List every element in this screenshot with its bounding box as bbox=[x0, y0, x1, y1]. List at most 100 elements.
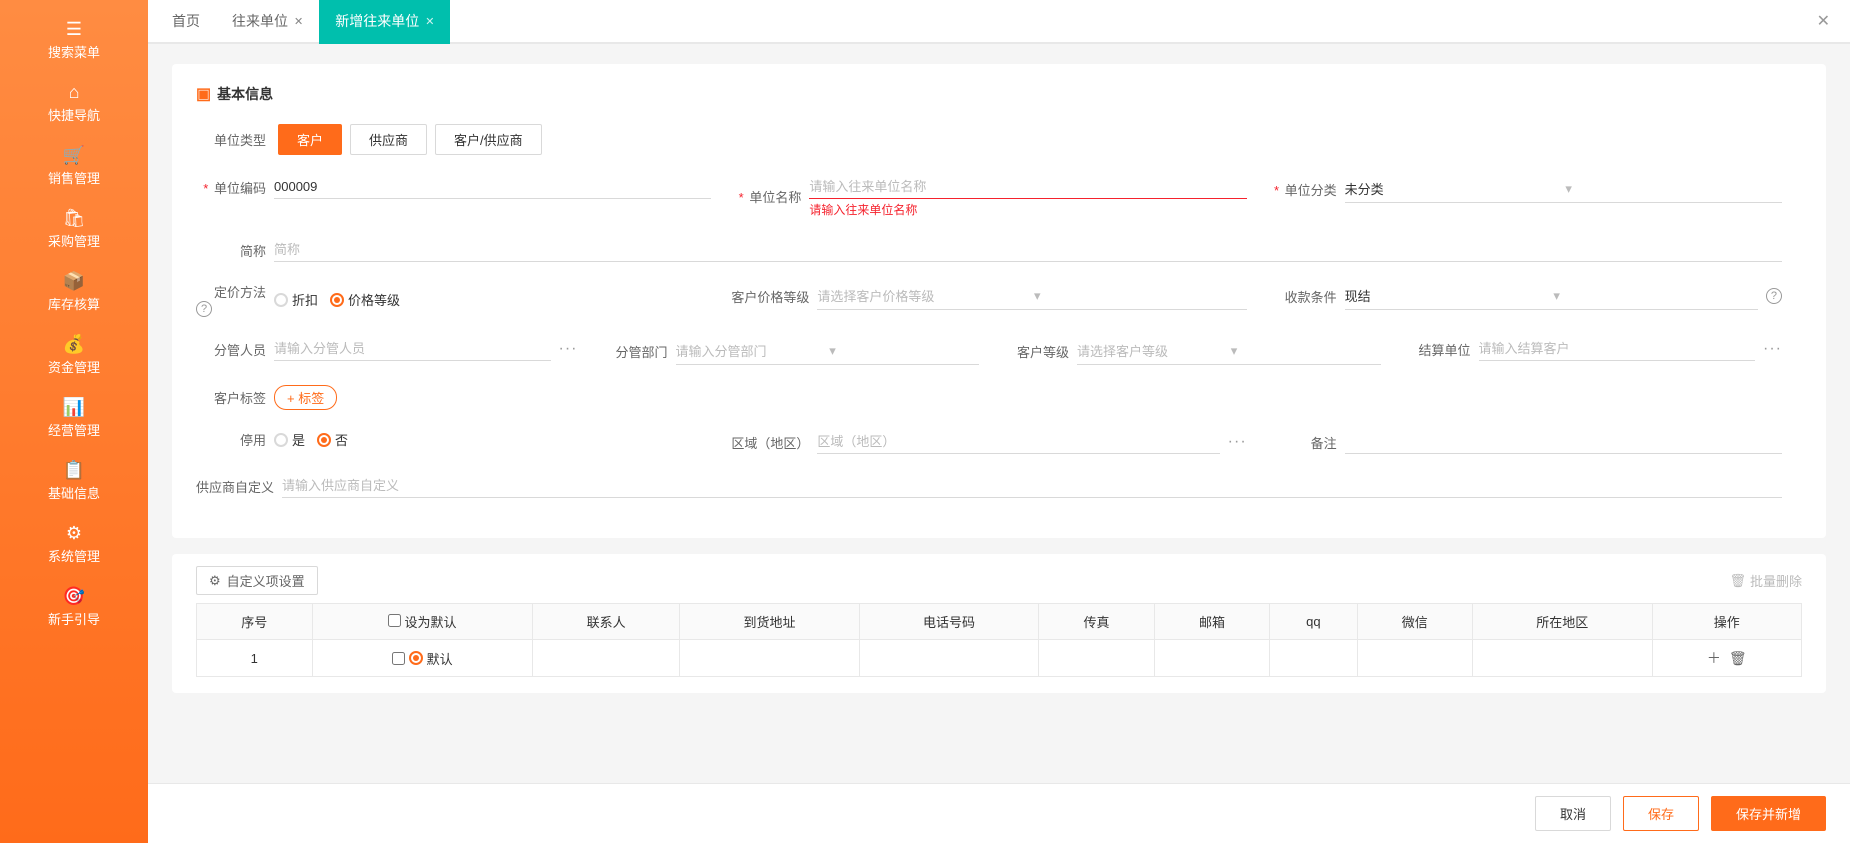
unit-type-label: 单位类型 bbox=[196, 130, 266, 149]
disable-no-label: 否 bbox=[335, 430, 348, 449]
sidebar-item-label: 库存核算 bbox=[48, 294, 100, 313]
home-icon: ⌂ bbox=[69, 83, 80, 101]
table-header-row: 序号 设为默认 联系人 到货地址 电话号码 传真 邮箱 qq 微信 所在地区 bbox=[197, 604, 1802, 640]
contact-table: 序号 设为默认 联系人 到货地址 电话号码 传真 邮箱 qq 微信 所在地区 bbox=[196, 603, 1802, 677]
tab-home[interactable]: 首页 bbox=[156, 0, 216, 44]
tab-new-partner-close[interactable]: ✕ bbox=[425, 15, 434, 28]
purchase-icon: 🛍 bbox=[63, 209, 86, 227]
sidebar-item-operations[interactable]: 📊 经营管理 bbox=[0, 386, 148, 449]
pricing-help-icon[interactable]: ? bbox=[196, 301, 212, 317]
pricing-radio-group: 折扣 价格等级 bbox=[274, 290, 400, 309]
sidebar-item-label: 基础信息 bbox=[48, 483, 100, 502]
save-new-button[interactable]: 保存并新增 bbox=[1711, 796, 1826, 831]
system-icon: ⚙ bbox=[66, 524, 82, 542]
radio-circle-discount bbox=[274, 293, 288, 307]
disable-radio-group: 是 否 bbox=[274, 430, 348, 449]
dept-label: 分管部门 bbox=[598, 342, 668, 361]
area-group: 区域（地区） ··· bbox=[731, 430, 1266, 454]
disable-no-radio[interactable]: 否 bbox=[317, 430, 348, 449]
pricing-discount-radio[interactable]: 折扣 bbox=[274, 290, 318, 309]
select-all-checkbox[interactable] bbox=[388, 614, 401, 627]
unit-name-input-wrap: 请输入往来单位名称 bbox=[809, 175, 1246, 218]
custom-settings-label: 自定义项设置 bbox=[227, 571, 305, 590]
sidebar-item-label: 新手引导 bbox=[48, 609, 100, 628]
manager-row: 分管人员 ··· 分管部门 请输入分管部门 ▾ 客户等级 请选择客户等级 ▾ bbox=[196, 337, 1802, 365]
pricing-level-radio[interactable]: 价格等级 bbox=[330, 290, 400, 309]
section-title-text: 基本信息 bbox=[217, 84, 273, 104]
settlement-group: 结算单位 ··· bbox=[1401, 337, 1803, 361]
disable-label: 停用 bbox=[196, 430, 266, 449]
note-input[interactable] bbox=[1345, 430, 1782, 454]
sidebar-item-label: 搜索菜单 bbox=[48, 42, 100, 61]
tab-bar: 首页 往来单位 ✕ 新增往来单位 ✕ ✕ bbox=[148, 0, 1850, 44]
chevron-down-icon2: ▾ bbox=[1034, 288, 1247, 304]
payment-terms-select[interactable]: 现结 ▾ bbox=[1345, 282, 1758, 310]
table-section: ⚙ 自定义项设置 🗑 批量删除 序号 设为默认 联系人 bbox=[172, 554, 1826, 693]
customer-level-select[interactable]: 请选择客户等级 ▾ bbox=[1077, 337, 1381, 365]
customer-price-placeholder: 请选择客户价格等级 bbox=[817, 286, 1030, 305]
payment-terms-label: 收款条件 bbox=[1267, 287, 1337, 306]
area-input[interactable] bbox=[817, 430, 1219, 454]
add-row-icon[interactable]: ＋ bbox=[1707, 648, 1721, 668]
th-action: 操作 bbox=[1652, 604, 1802, 640]
sidebar-item-search[interactable]: ☰ 搜索菜单 bbox=[0, 8, 148, 71]
customer-price-select[interactable]: 请选择客户价格等级 ▾ bbox=[817, 282, 1246, 310]
th-fax: 传真 bbox=[1039, 604, 1155, 640]
td-phone bbox=[859, 640, 1038, 677]
unit-code-input[interactable] bbox=[274, 175, 711, 199]
radio-circle-yes bbox=[274, 433, 288, 447]
short-name-input[interactable] bbox=[274, 238, 1782, 262]
cancel-button[interactable]: 取消 bbox=[1535, 796, 1611, 831]
code-name-category-row: * 单位编码 * 单位名称 请输入往来单位名称 bbox=[196, 175, 1802, 218]
supplier-custom-group: 供应商自定义 bbox=[196, 474, 1802, 498]
unit-name-error: 请输入往来单位名称 bbox=[809, 201, 1246, 218]
sidebar-item-label: 销售管理 bbox=[48, 168, 100, 187]
customer-tag-row: 客户标签 + 标签 bbox=[196, 385, 1802, 410]
close-all-tabs-button[interactable]: ✕ bbox=[1805, 11, 1842, 31]
save-button[interactable]: 保存 bbox=[1623, 796, 1699, 831]
radio-circle-no bbox=[317, 433, 331, 447]
settlement-input[interactable] bbox=[1479, 337, 1756, 361]
default-label: 默认 bbox=[427, 649, 453, 668]
manager-input[interactable] bbox=[274, 337, 551, 361]
th-phone: 电话号码 bbox=[859, 604, 1038, 640]
short-name-row: 简称 bbox=[196, 238, 1802, 262]
sidebar-item-guide[interactable]: 🎯 新手引导 bbox=[0, 575, 148, 638]
tab-partners-close[interactable]: ✕ bbox=[294, 15, 303, 28]
batch-delete-button[interactable]: 🗑 批量删除 bbox=[1729, 571, 1802, 590]
manager-more-icon[interactable]: ··· bbox=[559, 340, 578, 358]
sidebar-item-finance[interactable]: 💰 资金管理 bbox=[0, 323, 148, 386]
customer-tag-group: 客户标签 + 标签 bbox=[196, 385, 1802, 410]
unit-code-group: * 单位编码 bbox=[196, 175, 731, 199]
unit-name-input[interactable] bbox=[809, 175, 1246, 199]
td-contact bbox=[532, 640, 680, 677]
sidebar-item-inventory[interactable]: 📦 库存核算 bbox=[0, 260, 148, 323]
area-label: 区域（地区） bbox=[731, 433, 809, 452]
area-more-icon[interactable]: ··· bbox=[1228, 433, 1247, 451]
disable-yes-radio[interactable]: 是 bbox=[274, 430, 305, 449]
unit-type-customer-button[interactable]: 客户 bbox=[278, 124, 342, 155]
sidebar-item-quick-nav[interactable]: ⌂ 快捷导航 bbox=[0, 71, 148, 134]
sidebar-item-basic[interactable]: 📋 基础信息 bbox=[0, 449, 148, 512]
default-radio[interactable]: 默认 bbox=[409, 649, 453, 668]
delete-row-icon[interactable]: 🗑 bbox=[1729, 650, 1747, 667]
sidebar-item-sales[interactable]: 🛒 销售管理 bbox=[0, 134, 148, 197]
sidebar-item-system[interactable]: ⚙ 系统管理 bbox=[0, 512, 148, 575]
add-tag-button[interactable]: + 标签 bbox=[274, 385, 337, 410]
unit-category-select[interactable]: 未分类 ▾ bbox=[1345, 175, 1782, 203]
row-checkbox[interactable] bbox=[392, 652, 405, 665]
tab-new-partner[interactable]: 新增往来单位 ✕ bbox=[319, 0, 450, 44]
settlement-more-icon[interactable]: ··· bbox=[1763, 340, 1782, 358]
unit-type-both-button[interactable]: 客户/供应商 bbox=[435, 124, 542, 155]
dept-select[interactable]: 请输入分管部门 ▾ bbox=[676, 337, 980, 365]
tab-partners[interactable]: 往来单位 ✕ bbox=[216, 0, 319, 44]
supplier-custom-input[interactable] bbox=[282, 474, 1782, 498]
note-label: 备注 bbox=[1267, 433, 1337, 452]
gear-icon: ⚙ bbox=[209, 573, 221, 589]
unit-type-supplier-button[interactable]: 供应商 bbox=[350, 124, 427, 155]
payment-help-icon[interactable]: ? bbox=[1766, 288, 1782, 304]
custom-settings-button[interactable]: ⚙ 自定义项设置 bbox=[196, 566, 318, 595]
unit-name-group: * 单位名称 请输入往来单位名称 bbox=[731, 175, 1266, 218]
sidebar-item-purchase[interactable]: 🛍 采购管理 bbox=[0, 197, 148, 260]
batch-delete-label: 批量删除 bbox=[1750, 571, 1802, 590]
